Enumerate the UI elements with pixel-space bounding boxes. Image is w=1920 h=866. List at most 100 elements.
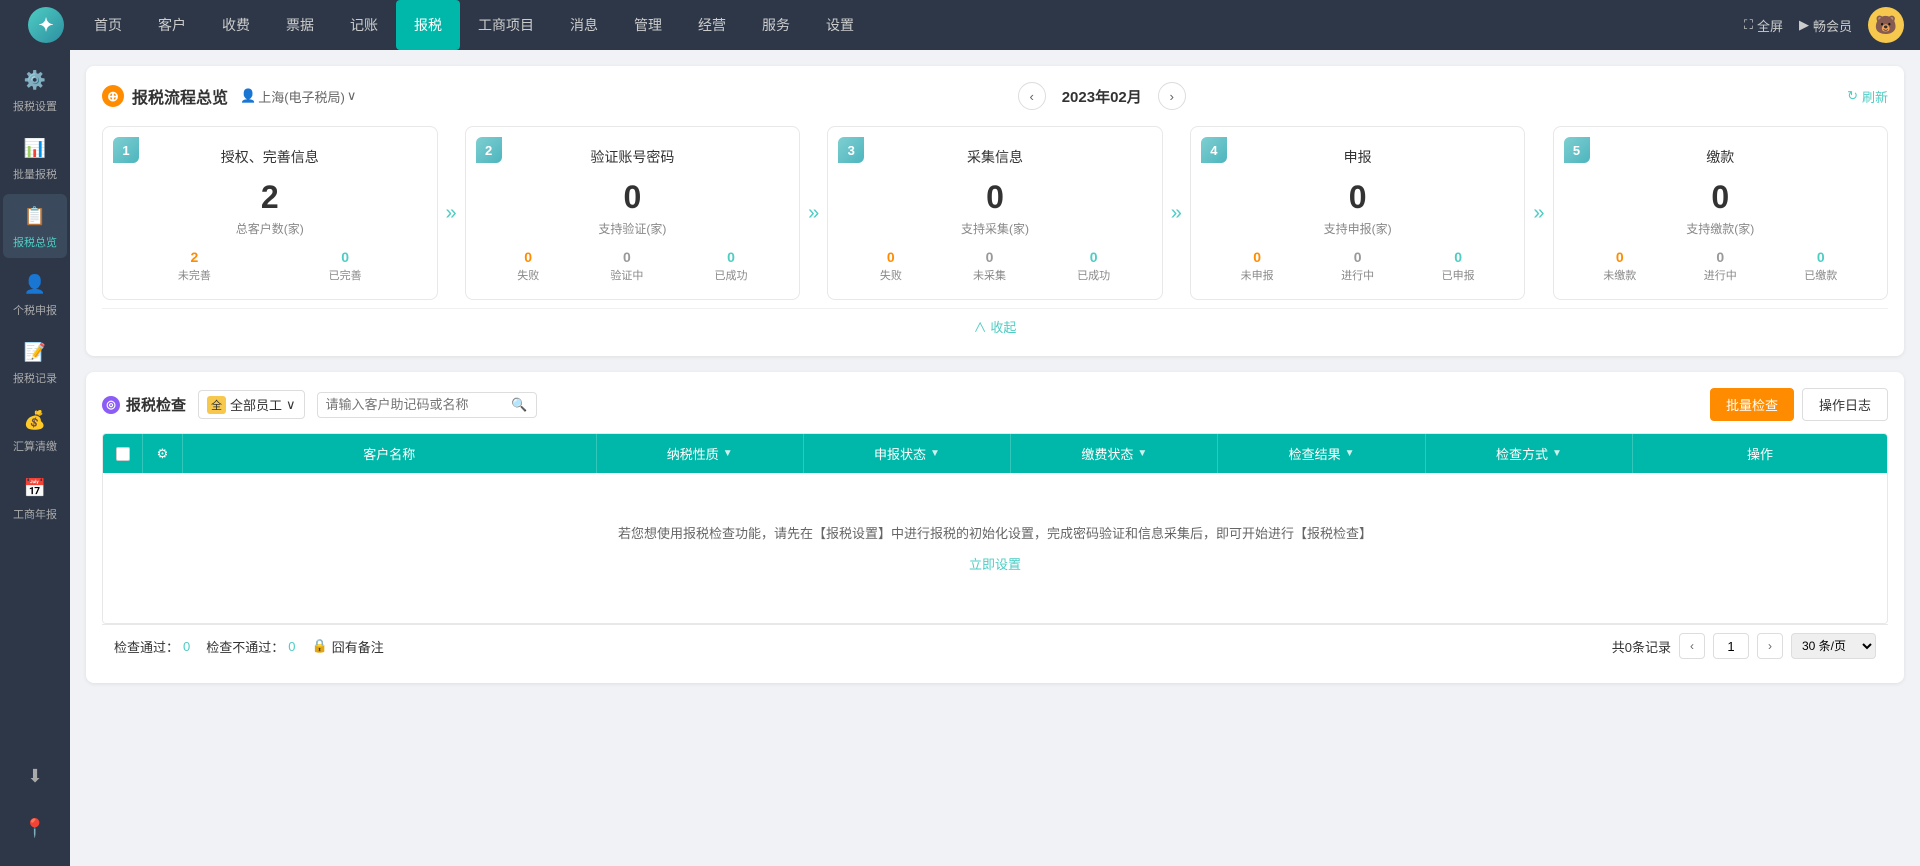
th-tax-type[interactable]: 纳税性质 ▼ bbox=[597, 434, 804, 473]
th-declare-status[interactable]: 申报状态 ▼ bbox=[804, 434, 1011, 473]
nav-business[interactable]: 工商项目 bbox=[460, 0, 552, 50]
step-title-4: 申报 bbox=[1207, 143, 1509, 167]
dropdown-icon: ∨ bbox=[347, 88, 357, 104]
avatar[interactable]: 🐻 bbox=[1868, 7, 1904, 43]
staff-label: 全部员工 bbox=[230, 395, 282, 414]
th-action-label: 操作 bbox=[1747, 444, 1773, 463]
process-step-1: 1 授权、完善信息 2 总客户数(家) 2 未完善 0 已完善 bbox=[102, 126, 438, 300]
prev-month-btn[interactable]: ‹ bbox=[1018, 82, 1046, 110]
filter-pay-icon: ▼ bbox=[1137, 448, 1147, 459]
th-gear[interactable]: ⚙ bbox=[143, 434, 183, 473]
th-action: 操作 bbox=[1633, 434, 1887, 473]
step-count-2: 0 bbox=[482, 179, 784, 216]
sidebar-item-download[interactable]: ⬇ bbox=[3, 754, 67, 798]
stat-label-5-3: 已缴款 bbox=[1804, 267, 1837, 283]
annual-report-icon: 📅 bbox=[21, 474, 49, 502]
stat-num-1-2: 0 bbox=[341, 249, 349, 265]
nav-tax[interactable]: 报税 bbox=[396, 0, 460, 50]
process-steps: 1 授权、完善信息 2 总客户数(家) 2 未完善 0 已完善 » bbox=[102, 126, 1888, 300]
sidebar-item-personal-tax[interactable]: 👤 个税申报 bbox=[3, 262, 67, 326]
sidebar-item-annual-report[interactable]: 📅 工商年报 bbox=[3, 466, 67, 530]
fullscreen-btn[interactable]: ⛶ 全屏 bbox=[1744, 16, 1783, 35]
nav-billing[interactable]: 收费 bbox=[204, 0, 268, 50]
nav-messages[interactable]: 消息 bbox=[552, 0, 616, 50]
vip-btn[interactable]: ▶ 畅会员 bbox=[1799, 16, 1852, 35]
passed-count[interactable]: 0 bbox=[183, 639, 190, 654]
th-checkbox[interactable] bbox=[103, 434, 143, 473]
nav-settings[interactable]: 设置 bbox=[808, 0, 872, 50]
footer-stats: 检查通过： 0 检查不通过： 0 🔒 囧有备注 bbox=[114, 637, 384, 656]
step-number-3: 3 bbox=[838, 137, 864, 163]
vip-icon: ▶ bbox=[1799, 17, 1809, 33]
sidebar-label-batch-tax: 批量报税 bbox=[13, 166, 57, 182]
check-header: ◎ 报税检查 全 全部员工 ∨ 🔍 批量检查 操作日志 bbox=[102, 388, 1888, 421]
nav-service[interactable]: 服务 bbox=[744, 0, 808, 50]
stat-label-3-1: 失败 bbox=[880, 267, 902, 283]
step-stats-3: 0 失败 0 未采集 0 已成功 bbox=[844, 249, 1146, 283]
top-nav-right: ⛶ 全屏 ▶ 畅会员 🐻 bbox=[1744, 7, 1904, 43]
check-title-text: 报税检查 bbox=[126, 394, 186, 415]
tax-check-card: ◎ 报税检查 全 全部员工 ∨ 🔍 批量检查 操作日志 bbox=[86, 372, 1904, 683]
nav-customer[interactable]: 客户 bbox=[140, 0, 204, 50]
process-step-4: 4 申报 0 支持申报(家) 0 未申报 0 进行中 0 已申报 bbox=[1190, 126, 1526, 300]
logo[interactable]: ✦ bbox=[16, 7, 76, 43]
search-input[interactable] bbox=[326, 397, 508, 412]
flow-location[interactable]: 👤 上海(电子税局) ∨ bbox=[240, 87, 356, 106]
per-page-select[interactable]: 30 条/页 50 条/页 100 条/页 bbox=[1791, 633, 1876, 659]
tax-check-table: ⚙ 客户名称 纳税性质 ▼ 申报状态 ▼ 缴费状态 ▼ 检查 bbox=[102, 433, 1888, 624]
stat-2-3: 0 已成功 bbox=[715, 249, 748, 283]
nav-accounting[interactable]: 记账 bbox=[332, 0, 396, 50]
step-stats-5: 0 未缴款 0 进行中 0 已缴款 bbox=[1570, 249, 1872, 283]
settings-link[interactable]: 立即设置 bbox=[969, 554, 1021, 573]
batch-check-btn[interactable]: 批量检查 bbox=[1710, 388, 1794, 421]
filter-tax-icon: ▼ bbox=[723, 448, 733, 459]
month-text: 2023年02月 bbox=[1062, 86, 1142, 107]
stat-label-4-1: 未申报 bbox=[1241, 267, 1274, 283]
search-icon[interactable]: 🔍 bbox=[511, 397, 527, 413]
sidebar-item-tax-overview[interactable]: 📋 报税总览 bbox=[3, 194, 67, 258]
next-page-btn[interactable]: › bbox=[1757, 633, 1783, 659]
next-month-btn[interactable]: › bbox=[1158, 82, 1186, 110]
search-box: 🔍 bbox=[317, 392, 537, 418]
sidebar-item-tax-clearing[interactable]: 💰 汇算清缴 bbox=[3, 398, 67, 462]
nav-home[interactable]: 首页 bbox=[76, 0, 140, 50]
tax-overview-icon: 📋 bbox=[21, 202, 49, 230]
th-declare-label: 申报状态 bbox=[874, 444, 926, 463]
batch-tax-icon: 📊 bbox=[21, 134, 49, 162]
first-page-btn[interactable]: ‹ bbox=[1679, 633, 1705, 659]
fullscreen-label: 全屏 bbox=[1757, 16, 1783, 35]
step-subtitle-3: 支持采集(家) bbox=[844, 220, 1146, 237]
stat-label-4-2: 进行中 bbox=[1341, 267, 1374, 283]
sidebar-label-tax-overview: 报税总览 bbox=[13, 234, 57, 250]
process-step-2: 2 验证账号密码 0 支持验证(家) 0 失败 0 验证中 0 已成功 bbox=[465, 126, 801, 300]
nav-invoice[interactable]: 票据 bbox=[268, 0, 332, 50]
sidebar-item-batch-tax[interactable]: 📊 批量报税 bbox=[3, 126, 67, 190]
failed-count[interactable]: 0 bbox=[288, 639, 295, 654]
step-subtitle-1: 总客户数(家) bbox=[119, 220, 421, 237]
page-input[interactable] bbox=[1713, 633, 1749, 659]
collapse-btn[interactable]: ∧ 收起 bbox=[102, 308, 1888, 340]
staff-select[interactable]: 全 全部员工 ∨ bbox=[198, 390, 305, 419]
sidebar-item-tax-settings[interactable]: ⚙️ 报税设置 bbox=[3, 58, 67, 122]
th-pay-status[interactable]: 缴费状态 ▼ bbox=[1011, 434, 1218, 473]
table-empty: 若您想使用报税检查功能，请先在【报税设置】中进行报税的初始化设置，完成密码验证和… bbox=[103, 473, 1887, 623]
stat-label-5-1: 未缴款 bbox=[1603, 267, 1636, 283]
sidebar-item-tax-records[interactable]: 📝 报税记录 bbox=[3, 330, 67, 394]
footer-note: 🔒 囧有备注 bbox=[312, 637, 384, 656]
th-check-result[interactable]: 检查结果 ▼ bbox=[1218, 434, 1425, 473]
select-all-checkbox[interactable] bbox=[116, 447, 130, 461]
stat-3-3: 0 已成功 bbox=[1077, 249, 1110, 283]
operation-log-btn[interactable]: 操作日志 bbox=[1802, 388, 1888, 421]
refresh-btn[interactable]: ↻ 刷新 bbox=[1847, 87, 1888, 106]
step-count-1: 2 bbox=[119, 179, 421, 216]
step-count-5: 0 bbox=[1570, 179, 1872, 216]
stat-num-4-1: 0 bbox=[1253, 249, 1261, 265]
nav-operation[interactable]: 经营 bbox=[680, 0, 744, 50]
stat-4-2: 0 进行中 bbox=[1341, 249, 1374, 283]
flow-title: ⊕ 报税流程总览 bbox=[102, 84, 228, 108]
nav-manage[interactable]: 管理 bbox=[616, 0, 680, 50]
sidebar-item-location[interactable]: 📍 bbox=[3, 806, 67, 850]
stat-1-1: 2 未完善 bbox=[178, 249, 211, 283]
check-title-icon: ◎ bbox=[102, 396, 120, 414]
th-check-method[interactable]: 检查方式 ▼ bbox=[1426, 434, 1633, 473]
